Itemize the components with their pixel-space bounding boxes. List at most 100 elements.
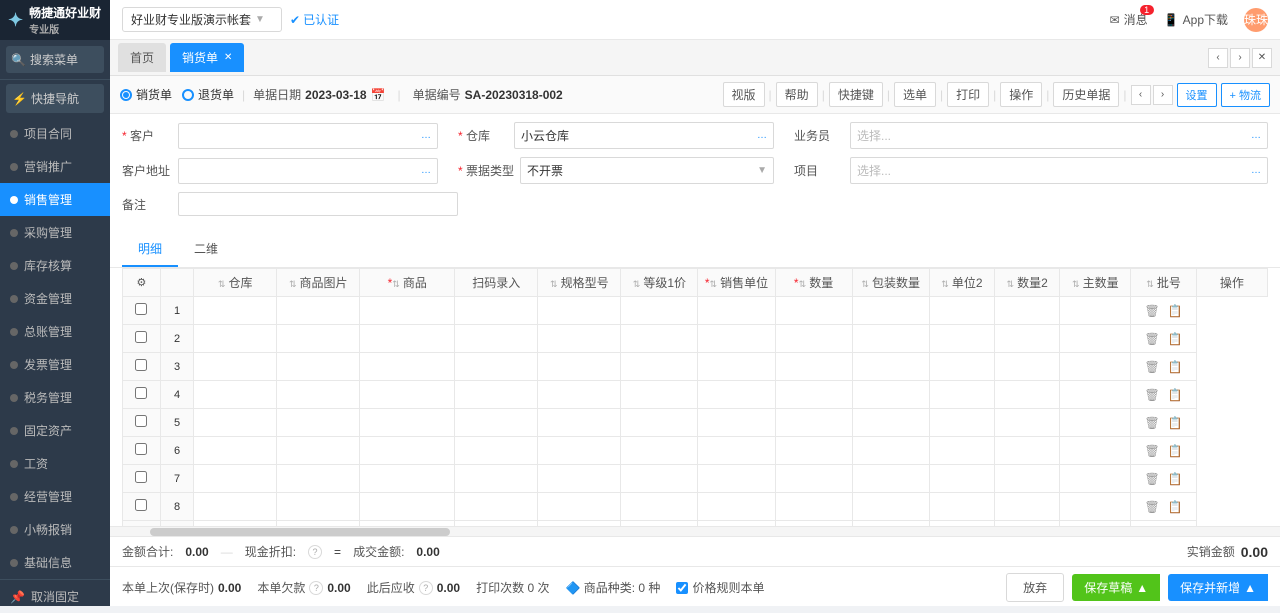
row-checkbox-cell[interactable] <box>123 297 161 325</box>
table-cell[interactable] <box>994 353 1059 381</box>
address-input[interactable]: … <box>178 158 438 184</box>
table-cell[interactable] <box>360 409 455 437</box>
row-copy-btn[interactable]: 📋 <box>1166 472 1185 486</box>
radio-return[interactable]: 退货单 <box>182 86 234 103</box>
table-cell[interactable] <box>1060 381 1131 409</box>
remark-input[interactable] <box>178 192 458 216</box>
table-cell[interactable] <box>929 465 994 493</box>
table-cell[interactable] <box>698 493 775 521</box>
table-cell[interactable] <box>538 325 621 353</box>
table-cell[interactable] <box>277 465 360 493</box>
sidebar-item-项目合同[interactable]: 项目合同 <box>0 117 110 150</box>
table-cell[interactable] <box>1060 297 1131 325</box>
help-btn[interactable]: 帮助 <box>776 82 818 107</box>
customer-input[interactable]: … <box>178 123 438 149</box>
scrollbar-thumb[interactable] <box>150 528 450 536</box>
table-cell[interactable] <box>852 381 929 409</box>
row-checkbox-cell[interactable] <box>123 353 161 381</box>
tab-close-icon[interactable]: ✕ <box>224 52 232 63</box>
table-cell[interactable] <box>360 297 455 325</box>
price-check-label[interactable]: 价格规则本单 <box>676 579 764 596</box>
select-btn[interactable]: 选单 <box>894 82 936 107</box>
sidebar-item-库存核算[interactable]: 库存核算 <box>0 249 110 282</box>
table-cell[interactable] <box>698 437 775 465</box>
row-checkbox[interactable] <box>135 331 147 343</box>
view-btn[interactable]: 视版 <box>723 82 765 107</box>
table-cell[interactable] <box>360 465 455 493</box>
table-cell[interactable] <box>538 353 621 381</box>
sidebar-item-销售管理[interactable]: 销售管理 <box>0 183 110 216</box>
table-cell[interactable] <box>277 409 360 437</box>
table-cell[interactable] <box>1060 325 1131 353</box>
tab-detail[interactable]: 明细 <box>122 232 178 267</box>
table-cell[interactable] <box>455 465 538 493</box>
table-cell[interactable] <box>360 381 455 409</box>
row-copy-btn[interactable]: 📋 <box>1166 304 1185 318</box>
row-checkbox[interactable] <box>135 499 147 511</box>
table-cell[interactable] <box>698 465 775 493</box>
sidebar-item-工资[interactable]: 工资 <box>0 447 110 480</box>
table-cell[interactable] <box>852 325 929 353</box>
table-cell[interactable] <box>852 297 929 325</box>
table-cell[interactable] <box>360 493 455 521</box>
table-cell[interactable] <box>194 437 277 465</box>
table-cell[interactable] <box>698 409 775 437</box>
print-btn[interactable]: 打印 <box>947 82 989 107</box>
table-cell[interactable] <box>455 409 538 437</box>
table-cell[interactable] <box>775 353 852 381</box>
table-cell[interactable] <box>360 353 455 381</box>
row-delete-btn[interactable]: 🗑 <box>1142 304 1161 318</box>
table-cell[interactable] <box>194 493 277 521</box>
table-cell[interactable] <box>621 381 698 409</box>
table-cell[interactable] <box>929 409 994 437</box>
table-cell[interactable] <box>1060 437 1131 465</box>
table-cell[interactable] <box>775 381 852 409</box>
table-cell[interactable] <box>1060 353 1131 381</box>
table-cell[interactable] <box>277 381 360 409</box>
sidebar-item-资金管理[interactable]: 资金管理 <box>0 282 110 315</box>
table-cell[interactable] <box>852 493 929 521</box>
row-checkbox-cell[interactable] <box>123 381 161 409</box>
table-cell[interactable] <box>277 297 360 325</box>
table-cell[interactable] <box>852 353 929 381</box>
doc-prev-arrow[interactable]: ‹ <box>1131 85 1151 105</box>
discard-button[interactable]: 放弃 <box>1006 573 1064 602</box>
row-delete-btn[interactable]: 🗑 <box>1142 332 1161 346</box>
sidebar-cancel-pin[interactable]: 📌 取消固定 <box>0 580 110 613</box>
table-cell[interactable] <box>621 465 698 493</box>
sidebar-item-总账管理[interactable]: 总账管理 <box>0 315 110 348</box>
table-cell[interactable] <box>538 409 621 437</box>
salesperson-input[interactable]: 选择... … <box>850 122 1268 149</box>
table-scrollbar[interactable] <box>110 526 1280 536</box>
table-cell[interactable] <box>929 381 994 409</box>
table-cell[interactable] <box>1060 409 1131 437</box>
table-cell[interactable] <box>194 409 277 437</box>
row-copy-btn[interactable]: 📋 <box>1166 332 1185 346</box>
row-checkbox[interactable] <box>135 359 147 371</box>
row-copy-btn[interactable]: 📋 <box>1166 500 1185 514</box>
table-cell[interactable] <box>455 493 538 521</box>
table-cell[interactable] <box>994 325 1059 353</box>
table-cell[interactable] <box>621 493 698 521</box>
table-cell[interactable] <box>775 437 852 465</box>
table-cell[interactable] <box>775 297 852 325</box>
row-checkbox-cell[interactable] <box>123 409 161 437</box>
row-delete-btn[interactable]: 🗑 <box>1142 444 1161 458</box>
table-cell[interactable] <box>698 381 775 409</box>
invoice-input[interactable]: 不开票 ▼ <box>520 157 774 184</box>
row-delete-btn[interactable]: 🗑 <box>1142 500 1161 514</box>
row-copy-btn[interactable]: 📋 <box>1166 416 1185 430</box>
quick-nav-button[interactable]: ⚡ 快捷导航 <box>6 84 104 113</box>
table-cell[interactable] <box>194 381 277 409</box>
save-new-button[interactable]: 保存并新增 ▲ <box>1168 574 1268 601</box>
table-cell[interactable] <box>194 297 277 325</box>
table-cell[interactable] <box>538 493 621 521</box>
table-cell[interactable] <box>775 409 852 437</box>
th-settings[interactable]: ⚙ <box>123 269 161 297</box>
table-cell[interactable] <box>994 465 1059 493</box>
table-cell[interactable] <box>994 409 1059 437</box>
table-cell[interactable] <box>455 325 538 353</box>
warehouse-more-btn[interactable]: … <box>757 130 767 141</box>
table-cell[interactable] <box>929 493 994 521</box>
table-cell[interactable] <box>360 437 455 465</box>
